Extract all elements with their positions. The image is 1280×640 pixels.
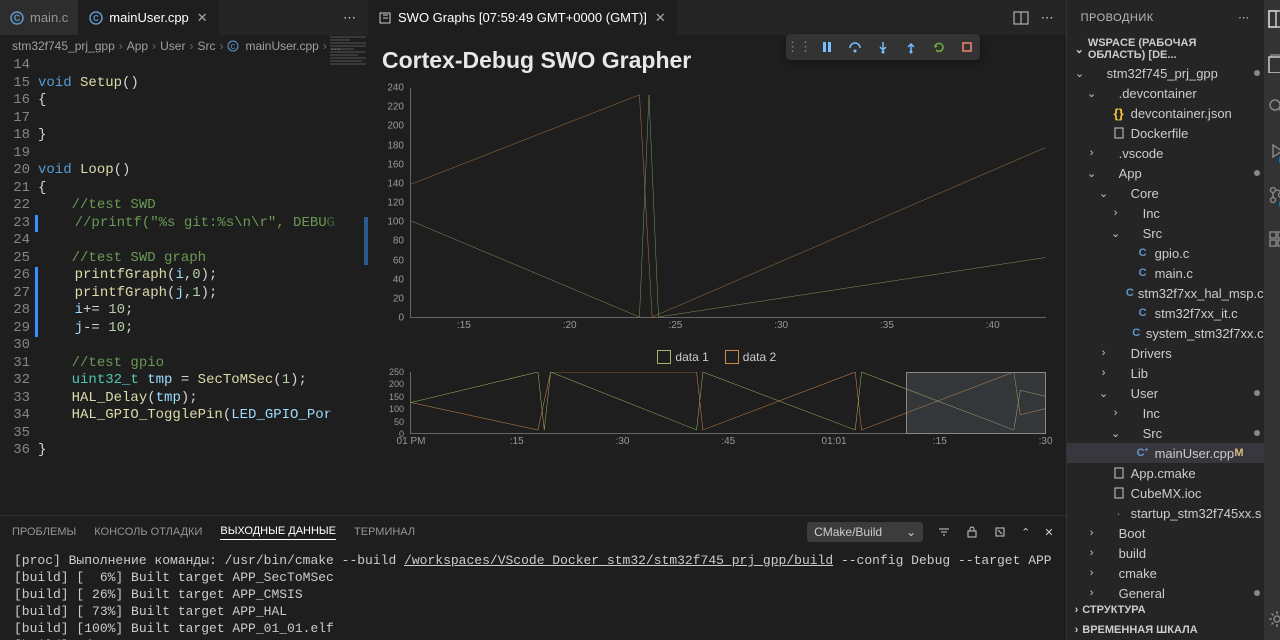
more-icon[interactable]: ⋯ — [1238, 11, 1250, 24]
search-icon[interactable] — [1264, 94, 1280, 120]
file-tree[interactable]: ⌄stm32f745_prj_gpp⌄.devcontainer{}devcon… — [1067, 63, 1264, 600]
panel-tab-output[interactable]: ВЫХОДНЫЕ ДАННЫЕ — [220, 525, 336, 540]
tree-folder[interactable]: ›Lib — [1067, 363, 1264, 383]
chevron-up-icon[interactable]: ⌃ — [1021, 526, 1030, 539]
source-control-icon[interactable]: 2 — [1264, 182, 1280, 208]
tree-folder[interactable]: ›Inc — [1067, 203, 1264, 223]
extensions-icon[interactable] — [1264, 226, 1280, 252]
explorer-sidebar: ПРОВОДНИК ⋯ ⌄ WSPACE (РАБОЧАЯ ОБЛАСТЬ) [D… — [1066, 0, 1264, 640]
tree-folder[interactable]: ⌄Src — [1067, 223, 1264, 243]
tree-folder[interactable]: ⌄.devcontainer — [1067, 83, 1264, 103]
tree-file[interactable]: Cgpio.c — [1067, 243, 1264, 263]
tree-file[interactable]: Csystem_stm32f7xx.c — [1067, 323, 1264, 343]
minimap[interactable] — [328, 57, 368, 515]
run-debug-icon[interactable]: 1 — [1264, 138, 1280, 164]
cpp-icon: C — [89, 11, 103, 25]
tree-file[interactable]: Dockerfile — [1067, 123, 1264, 143]
lock-icon[interactable] — [965, 525, 979, 539]
timeline-section[interactable]: ›ВРЕМЕННАЯ ШКАЛА — [1067, 620, 1264, 640]
preview-icon — [378, 11, 392, 25]
activity-bar: 1 2 — [1264, 0, 1280, 640]
chart-main[interactable]: 020406080100120140160180200220240 :15:20… — [382, 88, 1052, 328]
panel-tab-terminal[interactable]: ТЕРМИНАЛ — [354, 526, 415, 538]
tree-folder[interactable]: ›Boot — [1067, 523, 1264, 543]
tree-file[interactable]: CubeMX.ioc — [1067, 483, 1264, 503]
split-editor-icon[interactable] — [1013, 10, 1029, 26]
code-editor[interactable]: 1415161718192021222324252627282930313233… — [0, 57, 368, 515]
graph-title: Cortex-Debug SWO Grapher — [382, 47, 1052, 74]
output-channel-select[interactable]: CMake/Build⌄ — [807, 522, 923, 542]
tab-label: SWO Graphs [07:59:49 GMT+0000 (GMT)] — [398, 10, 647, 25]
more-icon[interactable]: ⋯ — [1041, 10, 1054, 26]
tree-folder[interactable]: ›Drivers — [1067, 343, 1264, 363]
close-icon[interactable]: ✕ — [1044, 526, 1053, 539]
panel-tab-debug-console[interactable]: КОНСОЛЬ ОТЛАДКИ — [94, 526, 202, 538]
brush-region[interactable] — [906, 372, 1046, 434]
tree-file[interactable]: Cstm32f7xx_it.c — [1067, 303, 1264, 323]
tree-folder[interactable]: ⌄Core — [1067, 183, 1264, 203]
breadcrumb[interactable]: stm32f745_prj_gpp› App› User› Src› C mai… — [0, 35, 368, 57]
tab-mainuser-cpp[interactable]: C mainUser.cpp ✕ — [79, 0, 218, 35]
cpp-icon: C — [227, 40, 239, 52]
chart-overview[interactable]: 050100150200250 01 PM:15:30:4501:01:15:3… — [382, 372, 1052, 452]
filter-icon[interactable] — [937, 525, 951, 539]
tab-label: main.c — [30, 10, 68, 25]
tree-file[interactable]: C+mainUser.cppM — [1067, 443, 1264, 463]
tree-folder[interactable]: ⌄User — [1067, 383, 1264, 403]
clear-icon[interactable] — [993, 525, 1007, 539]
files-icon[interactable] — [1264, 50, 1280, 76]
svg-text:C: C — [231, 44, 236, 51]
tree-folder[interactable]: ›build — [1067, 543, 1264, 563]
output-content[interactable]: [proc] Выполнение команды: /usr/bin/cmak… — [0, 548, 1066, 640]
svg-text:C: C — [93, 14, 99, 23]
editor-tabs-row: C main.c C mainUser.cpp ✕ ⋯ SWO Graphs [… — [0, 0, 1066, 35]
chevron-down-icon: ⌄ — [906, 525, 916, 539]
tree-folder[interactable]: ›.vscode — [1067, 143, 1264, 163]
tab-swo-graphs[interactable]: SWO Graphs [07:59:49 GMT+0000 (GMT)] ✕ — [368, 0, 677, 35]
tree-file[interactable]: Cmain.c — [1067, 263, 1264, 283]
tree-folder[interactable]: ⌄Src — [1067, 423, 1264, 443]
layout-icon[interactable] — [1264, 6, 1280, 32]
tab-overflow-button[interactable]: ⋯ — [331, 0, 368, 35]
close-icon[interactable]: ✕ — [655, 10, 666, 26]
tab-main-c[interactable]: C main.c — [0, 0, 79, 35]
tree-file[interactable]: {}devcontainer.json — [1067, 103, 1264, 123]
tree-folder[interactable]: ⌄stm32f745_prj_gpp — [1067, 63, 1264, 83]
tree-folder[interactable]: ›General — [1067, 583, 1264, 600]
tree-folder[interactable]: ›cmake — [1067, 563, 1264, 583]
svg-text:C: C — [14, 13, 21, 23]
outline-section[interactable]: ›СТРУКТУРА — [1067, 600, 1264, 620]
panel-tab-problems[interactable]: ПРОБЛЕМЫ — [12, 526, 76, 538]
explorer-heading: ПРОВОДНИК — [1081, 12, 1154, 24]
tree-file[interactable]: App.cmake — [1067, 463, 1264, 483]
tree-file[interactable]: ·startup_stm32f745xx.s — [1067, 503, 1264, 523]
c-icon: C — [10, 11, 24, 25]
tree-file[interactable]: Cstm32f7xx_hal_msp.c — [1067, 283, 1264, 303]
legend: data 1 data 2 — [382, 350, 1052, 364]
chevron-down-icon: ⌄ — [1075, 43, 1084, 56]
workspace-header[interactable]: ⌄ WSPACE (РАБОЧАЯ ОБЛАСТЬ) [DE... — [1067, 35, 1264, 63]
tree-folder[interactable]: ›Inc — [1067, 403, 1264, 423]
close-icon[interactable]: ✕ — [197, 10, 208, 26]
gear-icon[interactable] — [1264, 606, 1280, 632]
tree-folder[interactable]: ⌄App — [1067, 163, 1264, 183]
tab-label: mainUser.cpp — [109, 10, 188, 25]
bottom-panel: ПРОБЛЕМЫ КОНСОЛЬ ОТЛАДКИ ВЫХОДНЫЕ ДАННЫЕ… — [0, 515, 1066, 640]
